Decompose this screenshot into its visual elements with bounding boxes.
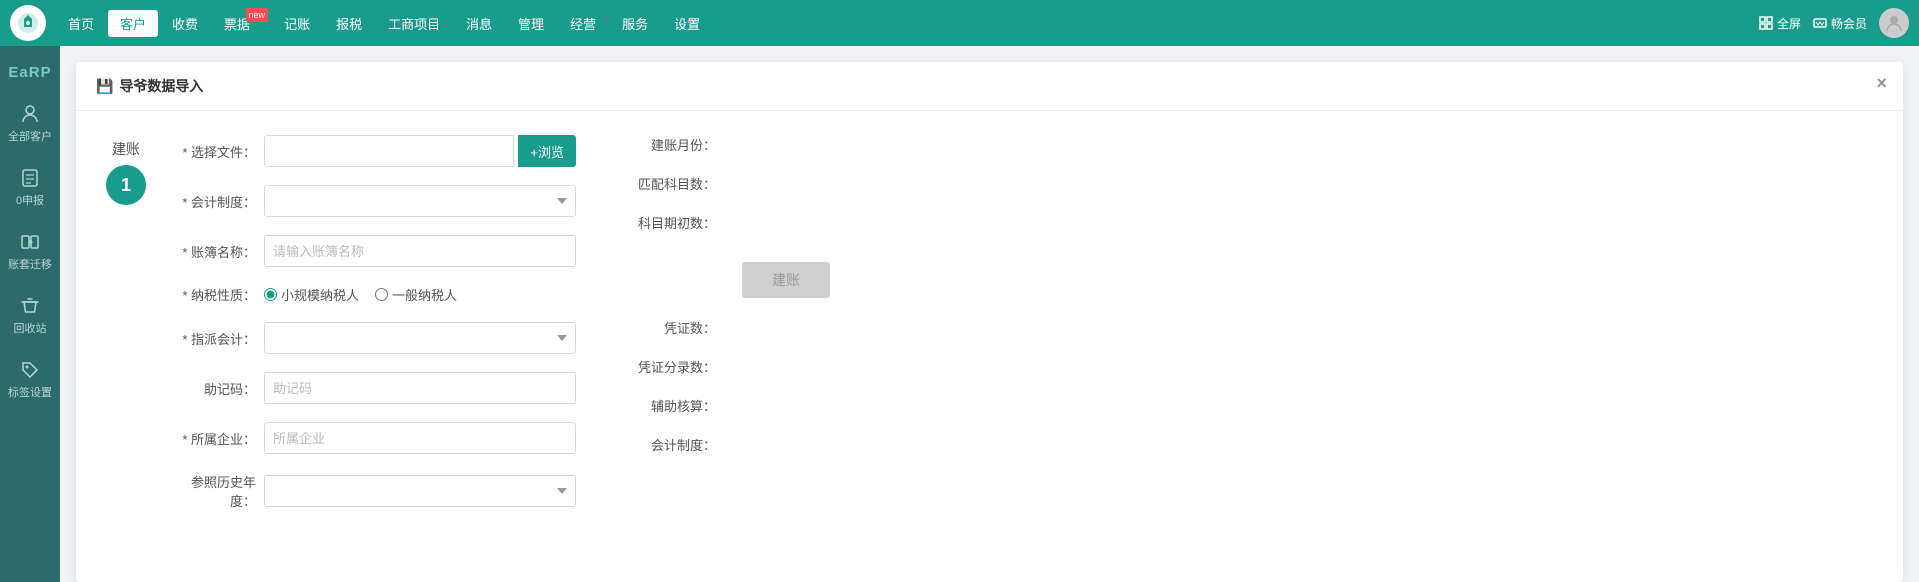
nav-finance[interactable]: 经营: [558, 10, 608, 37]
info-label-2: 科目期初数：: [626, 213, 716, 232]
form-section: * 选择文件： +浏览 * 会计制度：: [176, 135, 576, 528]
vip-btn[interactable]: 畅会员: [1813, 15, 1867, 32]
file-input-group: +浏览: [264, 135, 576, 167]
accounting-system-select[interactable]: [264, 185, 576, 217]
accountant-row: * 指派会计：: [176, 322, 576, 354]
tax-type-small[interactable]: 小规模纳税人: [264, 285, 359, 304]
company-label: * 所属企业：: [176, 429, 256, 448]
fullscreen-btn[interactable]: 全屏: [1759, 15, 1801, 32]
tax-type-radio-group: 小规模纳税人 一般纳税人: [264, 285, 576, 304]
memo-code-row: 助记码：: [176, 372, 576, 404]
fullscreen-label: 全屏: [1777, 15, 1801, 32]
dialog-header: 💾 导爷数据导入 ×: [76, 62, 1903, 111]
nav-manage[interactable]: 管理: [506, 10, 556, 37]
avatar[interactable]: [1879, 8, 1909, 38]
info-row-3: 凭证数：: [626, 318, 946, 337]
info-label-3: 凭证数：: [626, 318, 716, 337]
accountant-label: * 指派会计：: [176, 329, 256, 348]
step-label: 建账: [112, 139, 140, 159]
main-layout: EaRP 全部客户 0申报 账套迁移: [0, 46, 1919, 582]
company-row: * 所属企业：: [176, 422, 576, 454]
nav-items: 首页 客户 收费 票据 new 记账 报税 工商项目 消息 管理 经营 服务 设…: [56, 10, 1759, 37]
content-area: 💾 导爷数据导入 × 建账 1 * 选择文件：: [60, 46, 1919, 582]
nav-home[interactable]: 首页: [56, 10, 106, 37]
nav-business[interactable]: 工商项目: [376, 10, 452, 37]
info-row-1: 匹配科目数：: [626, 174, 946, 193]
tax-type-general[interactable]: 一般纳税人: [375, 285, 457, 304]
sidebar-item-recycle[interactable]: 回收站: [0, 286, 60, 346]
sidebar-item-tag-settings[interactable]: 标签设置: [0, 350, 60, 410]
top-nav: 首页 客户 收费 票据 new 记账 报税 工商项目 消息 管理 经营 服务 设…: [0, 0, 1919, 46]
invoice-badge: new: [246, 8, 269, 22]
reference-year-select[interactable]: [264, 475, 576, 507]
dialog-title: 导爷数据导入: [119, 76, 203, 96]
reference-year-label: 参照历史年度：: [176, 472, 256, 510]
info-label-1: 匹配科目数：: [626, 174, 716, 193]
info-row-5: 辅助核算：: [626, 396, 946, 415]
tax-type-row: * 纳税性质： 小规模纳税人 一般纳税人: [176, 285, 576, 304]
browse-button[interactable]: +浏览: [518, 135, 576, 167]
create-account-button[interactable]: 建账: [742, 262, 830, 298]
nav-tax[interactable]: 报税: [324, 10, 374, 37]
info-label-4: 凭证分录数：: [626, 357, 716, 376]
file-label: * 选择文件：: [176, 142, 256, 161]
info-section: 建账月份： 匹配科目数： 科目期初数： 建账: [606, 135, 946, 528]
reference-year-row: 参照历史年度：: [176, 472, 576, 510]
nav-service[interactable]: 服务: [610, 10, 660, 37]
tax-type-label: * 纳税性质：: [176, 285, 256, 304]
nav-message[interactable]: 消息: [454, 10, 504, 37]
file-input[interactable]: [264, 135, 514, 167]
ledger-name-input[interactable]: [264, 235, 576, 267]
info-label-5: 辅助核算：: [626, 396, 716, 415]
company-input[interactable]: [264, 422, 576, 454]
memo-code-input[interactable]: [264, 372, 576, 404]
dialog-panel: 💾 导爷数据导入 × 建账 1 * 选择文件：: [76, 62, 1903, 582]
info-label-0: 建账月份：: [626, 135, 716, 154]
ledger-name-row: * 账簿名称：: [176, 235, 576, 267]
nav-customer[interactable]: 客户: [108, 10, 158, 37]
import-icon: 💾: [96, 78, 113, 95]
accounting-system-label: * 会计制度：: [176, 192, 256, 211]
accounting-system-row: * 会计制度：: [176, 185, 576, 217]
info-row-2: 科目期初数：: [626, 213, 946, 232]
info-row-4: 凭证分录数：: [626, 357, 946, 376]
sidebar-item-account-migration[interactable]: 账套迁移: [0, 222, 60, 282]
close-button[interactable]: ×: [1876, 74, 1887, 92]
info-row-0: 建账月份：: [626, 135, 946, 154]
nav-account[interactable]: 记账: [272, 10, 322, 37]
file-row: * 选择文件： +浏览: [176, 135, 576, 167]
info-label-6: 会计制度：: [626, 435, 716, 454]
ledger-name-label: * 账簿名称：: [176, 242, 256, 261]
nav-settings[interactable]: 设置: [662, 10, 712, 37]
step-circle: 1: [106, 165, 146, 205]
dialog-body: 建账 1 * 选择文件： +浏览 * 会计制度：: [76, 111, 1903, 552]
sidebar-item-all-customers[interactable]: 全部客户: [0, 94, 60, 154]
step-section: 建账 1: [106, 135, 146, 528]
accountant-select[interactable]: [264, 322, 576, 354]
info-row-6: 会计制度：: [626, 435, 946, 454]
sidebar-earp-label: EaRP: [4, 56, 55, 90]
tax-type-small-label: 小规模纳税人: [281, 285, 359, 304]
sidebar: EaRP 全部客户 0申报 账套迁移: [0, 46, 60, 582]
logo: [10, 5, 46, 41]
nav-billing[interactable]: 收费: [160, 10, 210, 37]
nav-right: 全屏 畅会员: [1759, 8, 1909, 38]
sidebar-item-declare[interactable]: 0申报: [0, 158, 60, 218]
nav-invoice[interactable]: 票据 new: [212, 10, 270, 37]
memo-code-label: 助记码：: [176, 379, 256, 398]
vip-label: 畅会员: [1831, 15, 1867, 32]
tax-type-general-label: 一般纳税人: [392, 285, 457, 304]
